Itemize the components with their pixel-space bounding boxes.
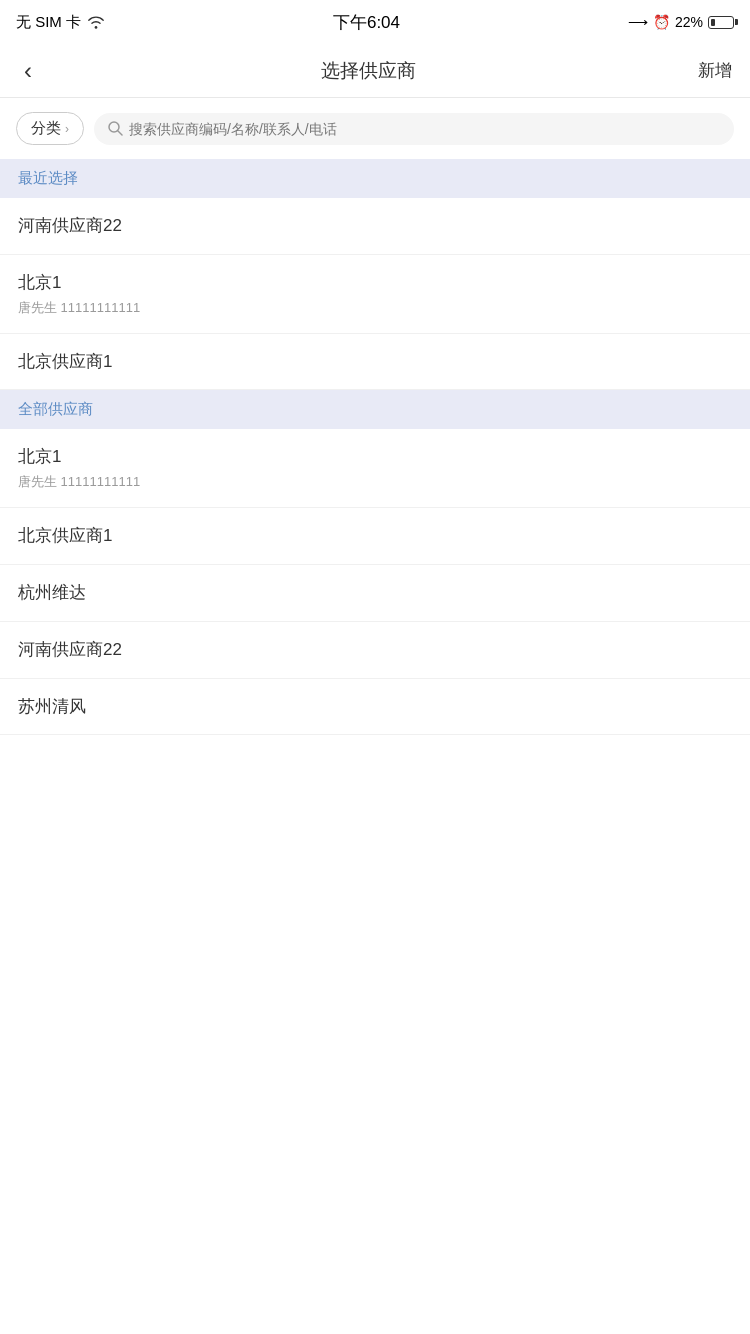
search-bar[interactable] xyxy=(94,113,734,145)
alarm-icon: ⏰ xyxy=(653,14,670,30)
item-sub: 唐先生 11111111111 xyxy=(18,473,732,491)
battery-icon xyxy=(708,16,734,29)
status-bar: 无 SIM 卡 下午6:04 ⟶ ⏰ 22% xyxy=(0,0,750,44)
list-item[interactable]: 河南供应商22 xyxy=(0,622,750,679)
back-button[interactable]: ‹ xyxy=(18,53,38,89)
category-filter-button[interactable]: 分类 › xyxy=(16,112,84,145)
nav-bar: ‹ 选择供应商 新增 xyxy=(0,44,750,98)
item-name: 河南供应商22 xyxy=(18,214,732,238)
search-icon xyxy=(108,121,123,136)
recent-section-title: 最近选择 xyxy=(18,169,78,186)
item-name: 北京供应商1 xyxy=(18,350,732,374)
all-section-title: 全部供应商 xyxy=(18,400,93,417)
new-action-button[interactable]: 新增 xyxy=(698,59,732,82)
battery-percentage: 22% xyxy=(675,14,703,30)
list-item[interactable]: 河南供应商22 xyxy=(0,198,750,255)
list-item[interactable]: 北京供应商1 xyxy=(0,334,750,391)
item-sub: 唐先生 11111111111 xyxy=(18,299,732,317)
all-list: 北京1 唐先生 11111111111 北京供应商1 杭州维达河南供应商22 苏州清风 xyxy=(0,429,750,735)
page-title: 选择供应商 xyxy=(321,58,416,84)
recent-list: 河南供应商22 北京1 唐先生 11111111111 北京供应商1 xyxy=(0,198,750,390)
status-right: ⟶ ⏰ 22% xyxy=(628,14,734,30)
item-name: 杭州维达 xyxy=(18,581,732,605)
list-item[interactable]: 北京1 唐先生 11111111111 xyxy=(0,255,750,334)
item-name: 苏州清风 xyxy=(18,695,732,719)
search-input[interactable] xyxy=(129,121,720,137)
filter-bar: 分类 › xyxy=(0,98,750,159)
item-name: 北京供应商1 xyxy=(18,524,732,548)
all-section-header: 全部供应商 xyxy=(0,390,750,429)
status-time: 下午6:04 xyxy=(333,11,400,34)
item-name: 河南供应商22 xyxy=(18,638,732,662)
chevron-right-icon: › xyxy=(65,122,69,136)
wifi-icon xyxy=(87,15,105,29)
status-left: 无 SIM 卡 xyxy=(16,13,105,32)
location-icon: ⟶ xyxy=(628,14,648,30)
category-label: 分类 xyxy=(31,119,61,138)
recent-section-header: 最近选择 xyxy=(0,159,750,198)
list-item[interactable]: 北京1 唐先生 11111111111 xyxy=(0,429,750,508)
list-item[interactable]: 北京供应商1 xyxy=(0,508,750,565)
no-sim-text: 无 SIM 卡 xyxy=(16,13,81,32)
item-name: 北京1 xyxy=(18,445,732,469)
list-item[interactable]: 苏州清风 xyxy=(0,679,750,736)
svg-line-1 xyxy=(118,131,122,135)
item-name: 北京1 xyxy=(18,271,732,295)
list-item[interactable]: 杭州维达 xyxy=(0,565,750,622)
